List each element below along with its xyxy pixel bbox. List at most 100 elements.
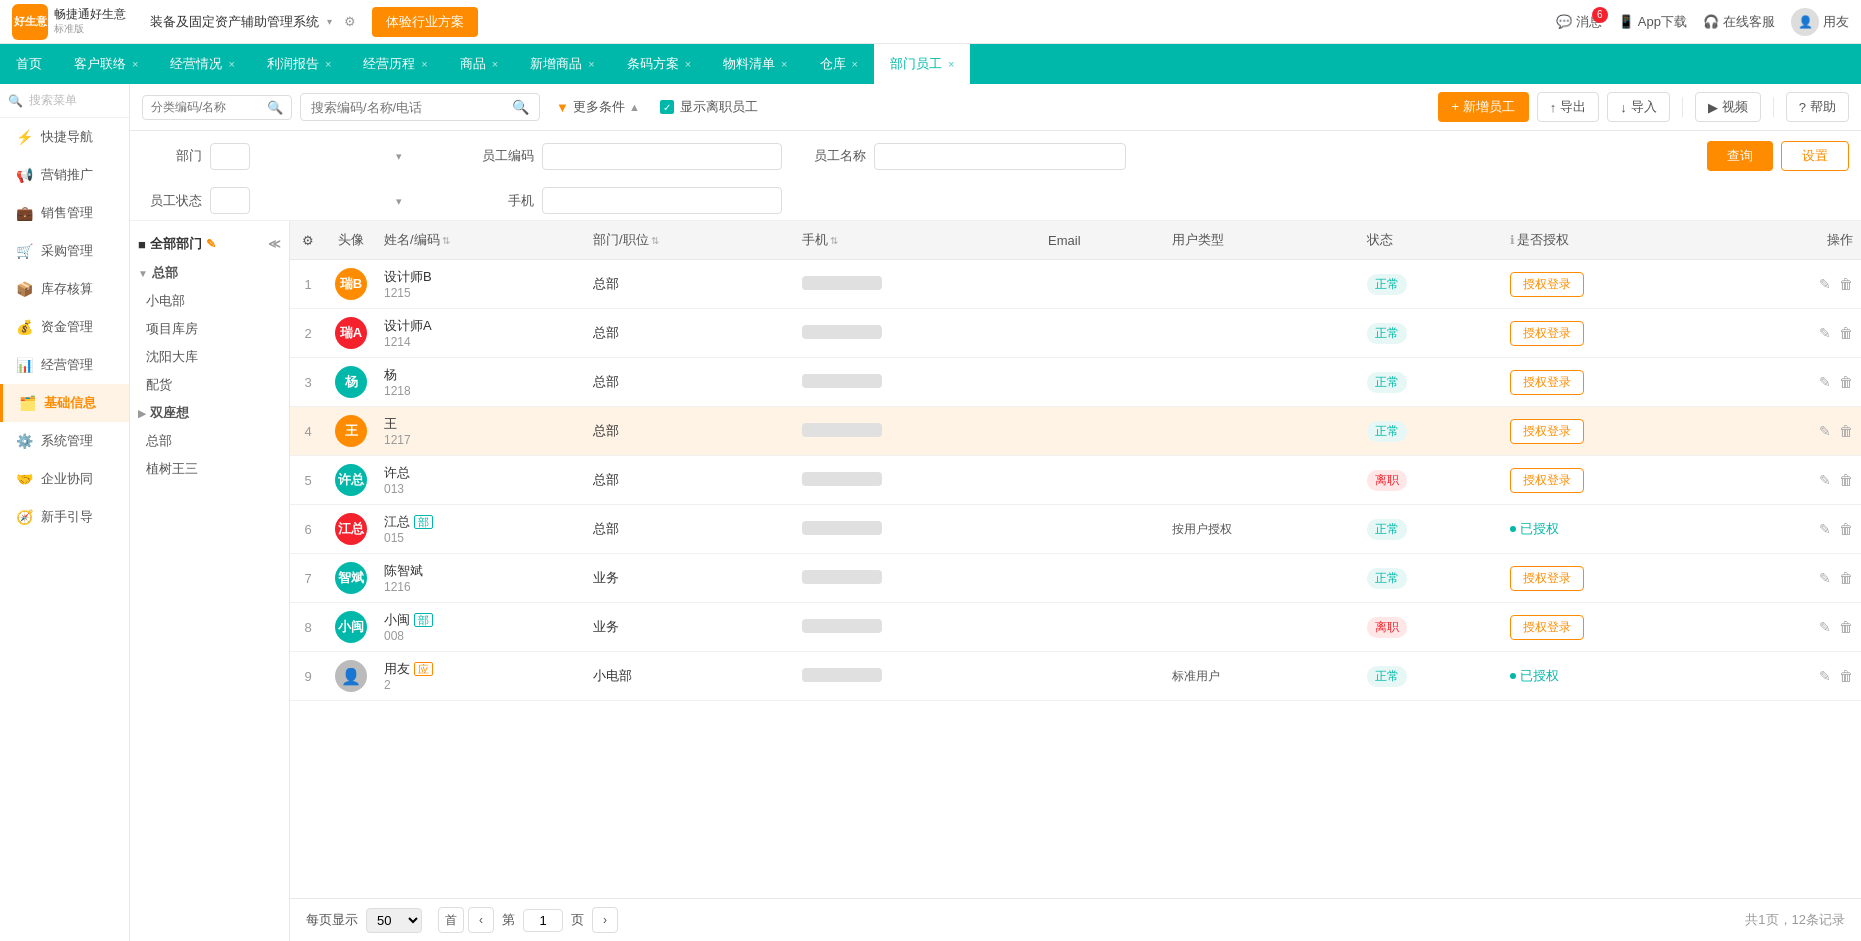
emp-code-input[interactable] — [542, 143, 782, 170]
edit-icon[interactable]: ✎ — [1819, 276, 1831, 292]
auth-button[interactable]: 授权登录 — [1510, 566, 1584, 591]
employee-search-icon[interactable]: 🔍 — [512, 99, 529, 115]
video-button[interactable]: ▶ 视频 — [1695, 92, 1761, 122]
edit-icon[interactable]: ✎ — [1819, 423, 1831, 439]
first-page-button[interactable]: 首 — [438, 907, 464, 933]
per-page-select[interactable]: 50 100 — [366, 908, 422, 933]
sidebar-item-sales[interactable]: 💼 销售管理 — [0, 194, 129, 232]
auth-button[interactable]: 授权登录 — [1510, 321, 1584, 346]
close-icon[interactable]: × — [228, 58, 234, 70]
system-title-dropdown-icon[interactable]: ▾ — [327, 16, 332, 27]
close-icon[interactable]: × — [852, 58, 858, 70]
dept-tree-item-xiaodian[interactable]: 小电部 — [130, 287, 289, 315]
sidebar-search[interactable]: 🔍 搜索菜单 — [0, 84, 129, 118]
delete-icon[interactable]: 🗑 — [1839, 619, 1853, 635]
sidebar-item-basic-info[interactable]: 🗂️ 基础信息 — [0, 384, 129, 422]
add-employee-button[interactable]: + 新增员工 — [1438, 92, 1529, 122]
nav-item-add-goods[interactable]: 新增商品× — [514, 44, 610, 84]
dept-search-input[interactable] — [151, 100, 263, 114]
delete-icon[interactable]: 🗑 — [1839, 521, 1853, 537]
th-settings[interactable]: ⚙ — [290, 221, 326, 260]
settings-button[interactable]: 设置 — [1781, 141, 1849, 171]
auth-button[interactable]: 授权登录 — [1510, 615, 1584, 640]
emp-status-select[interactable] — [210, 187, 250, 214]
sidebar-item-inventory[interactable]: 📦 库存核算 — [0, 270, 129, 308]
message-button[interactable]: 💬 消息 6 — [1556, 13, 1602, 31]
more-conditions-button[interactable]: ▼ 更多条件 ▲ — [548, 93, 648, 121]
gear-icon[interactable]: ⚙ — [344, 14, 356, 29]
nav-item-home[interactable]: 首页 — [0, 44, 58, 84]
auth-button[interactable]: 授权登录 — [1510, 272, 1584, 297]
close-icon[interactable]: × — [421, 58, 427, 70]
edit-icon[interactable]: ✎ — [1819, 619, 1831, 635]
dept-tree-item-zongbu2[interactable]: 总部 — [130, 427, 289, 455]
export-button[interactable]: ↑ 导出 — [1537, 92, 1600, 122]
dept-tree-item-zhishu[interactable]: 植树王三 — [130, 455, 289, 483]
dept-tree-group-shuangzuo[interactable]: ▶ 双座想 — [130, 399, 289, 427]
delete-icon[interactable]: 🗑 — [1839, 325, 1853, 341]
close-icon[interactable]: × — [948, 58, 954, 70]
dept-edit-icon[interactable]: ✎ — [206, 237, 216, 251]
delete-icon[interactable]: 🗑 — [1839, 276, 1853, 292]
sidebar-item-quick-nav[interactable]: ⚡ 快捷导航 — [0, 118, 129, 156]
query-button[interactable]: 查询 — [1707, 141, 1773, 171]
help-button[interactable]: ? 帮助 — [1786, 92, 1849, 122]
sidebar-item-marketing[interactable]: 📢 营销推广 — [0, 156, 129, 194]
edit-icon[interactable]: ✎ — [1819, 570, 1831, 586]
sidebar-item-system[interactable]: ⚙️ 系统管理 — [0, 422, 129, 460]
auth-button[interactable]: 授权登录 — [1510, 370, 1584, 395]
dept-tree-item-project[interactable]: 项目库房 — [130, 315, 289, 343]
sidebar-item-finance[interactable]: 💰 资金管理 — [0, 308, 129, 346]
dept-collapse-icon[interactable]: ≪ — [268, 237, 281, 251]
page-input[interactable] — [523, 909, 563, 932]
dept-filter-select[interactable] — [210, 143, 250, 170]
th-name[interactable]: 姓名/编码⇅ — [376, 221, 585, 260]
edit-icon[interactable]: ✎ — [1819, 374, 1831, 390]
online-service-button[interactable]: 🎧 在线客服 — [1703, 13, 1775, 31]
sidebar-item-purchase[interactable]: 🛒 采购管理 — [0, 232, 129, 270]
trial-button[interactable]: 体验行业方案 — [372, 7, 478, 37]
close-icon[interactable]: × — [492, 58, 498, 70]
nav-item-history[interactable]: 经营历程× — [347, 44, 443, 84]
user-button[interactable]: 👤 用友 — [1791, 8, 1849, 36]
nav-item-warehouse[interactable]: 仓库× — [804, 44, 874, 84]
nav-item-barcode[interactable]: 条码方案× — [611, 44, 707, 84]
delete-icon[interactable]: 🗑 — [1839, 374, 1853, 390]
sidebar-item-collab[interactable]: 🤝 企业协同 — [0, 460, 129, 498]
prev-page-button[interactable]: ‹ — [468, 907, 494, 933]
delete-icon[interactable]: 🗑 — [1839, 423, 1853, 439]
auth-button[interactable]: 授权登录 — [1510, 419, 1584, 444]
delete-icon[interactable]: 🗑 — [1839, 570, 1853, 586]
close-icon[interactable]: × — [781, 58, 787, 70]
nav-item-bom[interactable]: 物料清单× — [707, 44, 803, 84]
th-phone[interactable]: 手机⇅ — [794, 221, 1040, 260]
dept-tree-group-zongbu[interactable]: ▼ 总部 — [130, 259, 289, 287]
dept-tree-item-shenyang[interactable]: 沈阳大库 — [130, 343, 289, 371]
edit-icon[interactable]: ✎ — [1819, 521, 1831, 537]
sidebar-item-guide[interactable]: 🧭 新手引导 — [0, 498, 129, 536]
nav-item-operation[interactable]: 经营情况× — [154, 44, 250, 84]
nav-item-dept-staff[interactable]: 部门员工× — [874, 44, 970, 84]
edit-icon[interactable]: ✎ — [1819, 668, 1831, 684]
emp-name-input[interactable] — [874, 143, 1126, 170]
show-archive-toggle[interactable]: ✓ 显示离职员工 — [660, 98, 758, 116]
nav-item-profit[interactable]: 利润报告× — [251, 44, 347, 84]
edit-icon[interactable]: ✎ — [1819, 325, 1831, 341]
sidebar-item-operations[interactable]: 📊 经营管理 — [0, 346, 129, 384]
close-icon[interactable]: × — [588, 58, 594, 70]
close-icon[interactable]: × — [325, 58, 331, 70]
app-download-button[interactable]: 📱 App下载 — [1618, 13, 1687, 31]
close-icon[interactable]: × — [685, 58, 691, 70]
delete-icon[interactable]: 🗑 — [1839, 668, 1853, 684]
nav-item-goods[interactable]: 商品× — [444, 44, 514, 84]
employee-search-input[interactable] — [311, 100, 506, 115]
th-dept[interactable]: 部门/职位⇅ — [585, 221, 794, 260]
dept-tree-item-peihuo[interactable]: 配货 — [130, 371, 289, 399]
dept-search-box[interactable]: 🔍 — [142, 95, 292, 120]
delete-icon[interactable]: 🗑 — [1839, 472, 1853, 488]
close-icon[interactable]: × — [132, 58, 138, 70]
import-button[interactable]: ↓ 导入 — [1607, 92, 1670, 122]
next-page-button[interactable]: › — [592, 907, 618, 933]
nav-item-customer[interactable]: 客户联络× — [58, 44, 154, 84]
edit-icon[interactable]: ✎ — [1819, 472, 1831, 488]
